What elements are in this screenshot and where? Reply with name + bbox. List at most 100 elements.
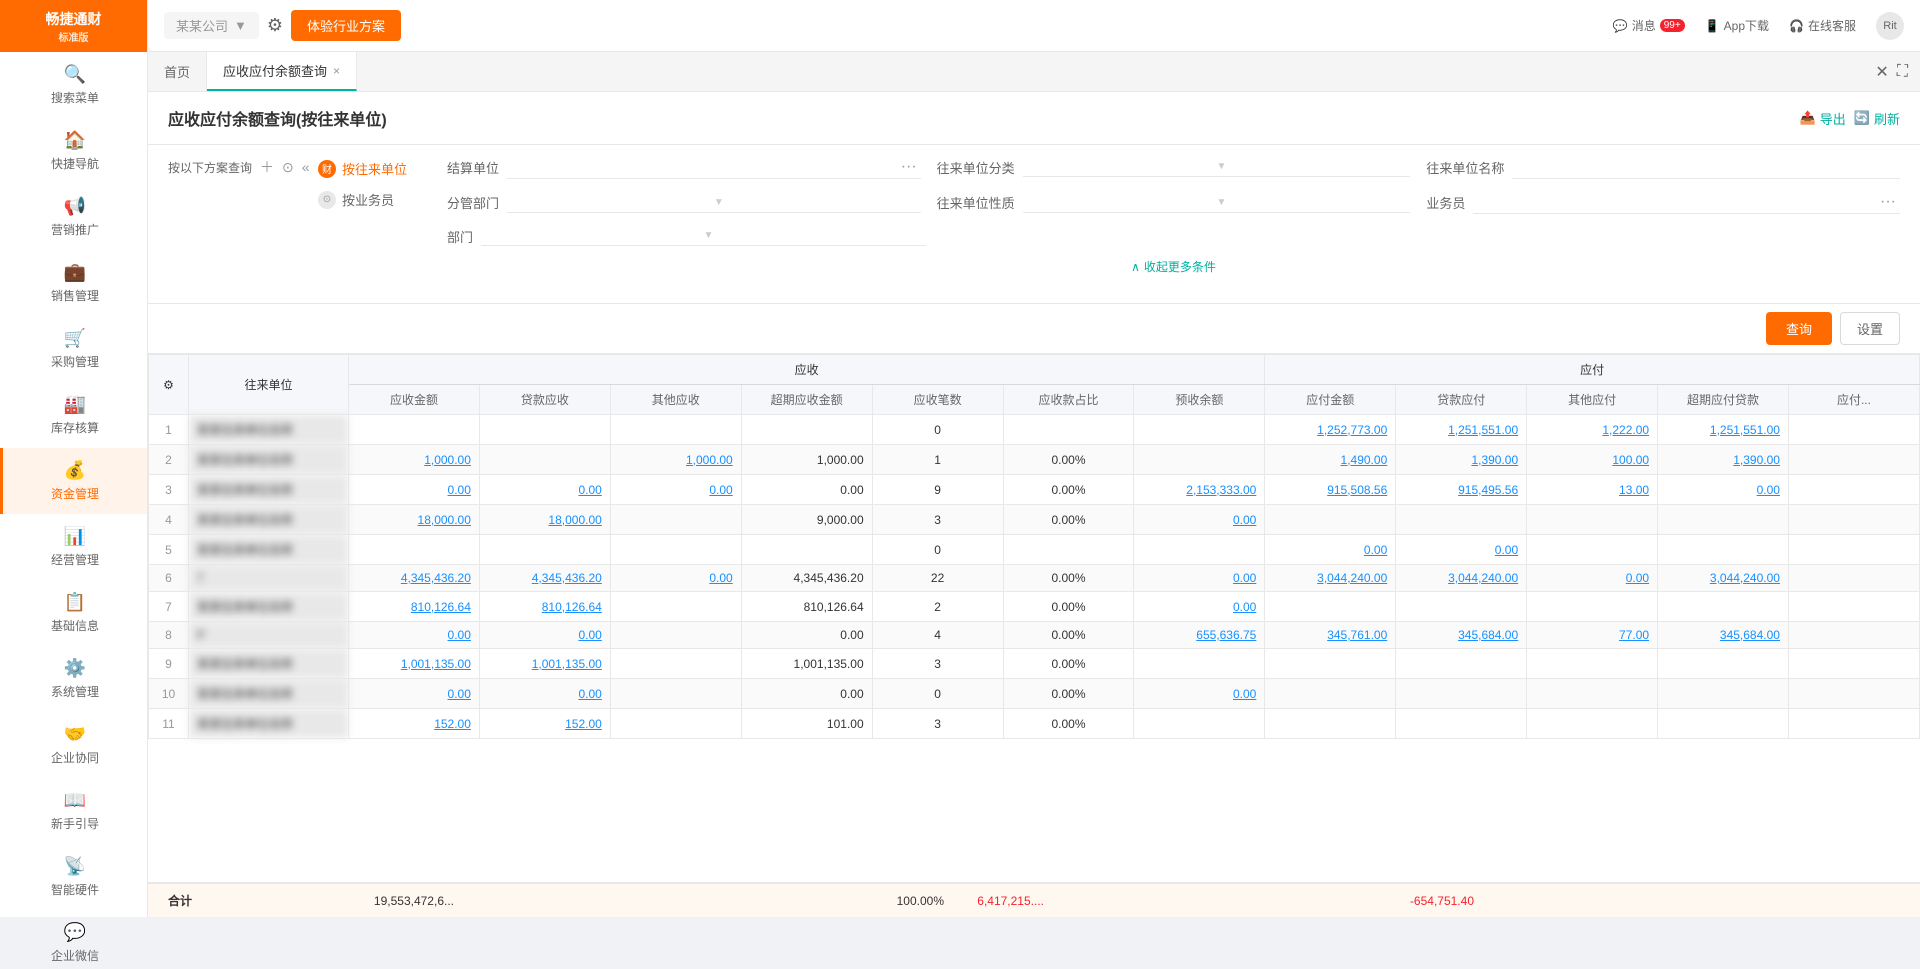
messages-item[interactable]: 💬 消息 99+ xyxy=(1613,17,1685,34)
sidebar-item-system[interactable]: ⚙️ 系统管理 xyxy=(0,646,147,712)
sidebar-label-basic: 基础信息 xyxy=(51,617,99,634)
ar-ratio-header: 应收款占比 xyxy=(1003,385,1134,415)
sidebar-icon-corp: 🤝 xyxy=(64,724,86,745)
sidebar-item-purchase[interactable]: 🛒 采购管理 xyxy=(0,316,147,382)
export-btn[interactable]: 📤 导出 xyxy=(1800,109,1846,128)
sidebar-item-sales[interactable]: 💼 销售管理 xyxy=(0,250,147,316)
dept-select[interactable]: ▼ xyxy=(481,226,926,246)
scheme-partner-icon: 财 xyxy=(318,160,336,178)
scheme-options: 财 按往来单位 ⊙ 按业务员 xyxy=(310,155,415,213)
sidebar-item-inventory[interactable]: 🏭 库存核算 xyxy=(0,382,147,448)
solution-btn[interactable]: 体验行业方案 xyxy=(291,10,401,41)
sidebar-icon-finance: 💰 xyxy=(64,460,86,481)
table-footer: 合计 19,553,472,6... 100.00% 6,417,215....… xyxy=(148,882,1920,917)
tab-home[interactable]: 首页 xyxy=(148,52,207,91)
messages-badge: 99+ xyxy=(1660,19,1685,32)
filter-add-icon[interactable]: ＋ xyxy=(260,157,274,177)
app-icon: 📱 xyxy=(1705,19,1720,33)
filter-expand-icon[interactable]: « xyxy=(302,159,310,175)
app-download-item[interactable]: 📱 App下载 xyxy=(1705,17,1769,34)
filter-area: 按以下方案查询 ＋ ⊙ « 财 按往来单位 ⊙ 按业务员 xyxy=(148,145,1920,304)
sidebar-item-guide[interactable]: 📖 新手引导 xyxy=(0,778,147,844)
sidebar-item-quick-nav[interactable]: 🏠 快捷导航 xyxy=(0,118,147,184)
dept-manager-arrow: ▼ xyxy=(714,197,915,208)
tab-bar: 首页 应收应付余额查询 × ✕ ⛶ xyxy=(148,52,1920,92)
partner-cell: 某某往来单位名称 xyxy=(189,649,349,679)
footer-overdue-ap: -654,751.40 xyxy=(1362,894,1482,908)
sidebar-icon-search: 🔍 xyxy=(64,64,86,85)
footer-label: 合计 xyxy=(148,892,352,909)
partner-col-header: 往来单位 xyxy=(189,355,349,415)
messages-label: 消息 xyxy=(1632,17,1656,34)
sidebar-item-finance[interactable]: 💰 资金管理 xyxy=(0,448,147,514)
page-actions: 📤 导出 🔄 刷新 xyxy=(1800,109,1900,128)
header-settings-icon[interactable]: ⚙ xyxy=(267,15,283,36)
ar-group-header: 应收 xyxy=(349,355,1265,385)
collapse-btn[interactable]: ∧ 收起更多条件 xyxy=(447,252,1900,281)
partner-nature-select[interactable]: ▼ xyxy=(1023,193,1411,213)
query-btn[interactable]: 查询 xyxy=(1766,312,1832,345)
sidebar-item-marketing[interactable]: 📢 营销推广 xyxy=(0,184,147,250)
online-service-item[interactable]: 🎧 在线客服 xyxy=(1789,17,1856,34)
scheme-by-employee[interactable]: ⊙ 按业务员 xyxy=(310,186,415,213)
sidebar-item-search[interactable]: 🔍 搜索菜单 xyxy=(0,52,147,118)
filter-label: 按以下方案查询 xyxy=(168,159,252,176)
scheme-employee-label: 按业务员 xyxy=(342,190,394,209)
page-header: 应收应付余额查询(按往来单位) 📤 导出 🔄 刷新 xyxy=(148,92,1920,145)
action-buttons-row: 查询 设置 xyxy=(148,304,1920,354)
filter-setting-icon[interactable]: ⊙ xyxy=(282,159,294,176)
partner-name-input[interactable] xyxy=(1512,155,1900,179)
collapse-label: 收起更多条件 xyxy=(1144,258,1216,275)
ar-amount-header: 应收金额 xyxy=(349,385,480,415)
company-dropdown-icon: ▼ xyxy=(234,18,247,33)
scheme-by-partner[interactable]: 财 按往来单位 xyxy=(310,155,415,182)
close-tab-action[interactable]: ✕ xyxy=(1875,62,1888,82)
table-row: 9某某往来单位名称1,001,135.001,001,135.001,001,1… xyxy=(149,649,1920,679)
ap-more-header: 应付... xyxy=(1788,385,1919,415)
sidebar-item-basic[interactable]: 📋 基础信息 xyxy=(0,580,147,646)
salesperson-dots[interactable]: ··· xyxy=(1880,193,1896,211)
partner-cell: 7 xyxy=(189,565,349,592)
partner-cell: 某某往来单位名称 xyxy=(189,445,349,475)
settings-btn[interactable]: 设置 xyxy=(1840,312,1900,345)
header-right: 💬 消息 99+ 📱 App下载 🎧 在线客服 Rit xyxy=(1613,12,1904,40)
collapse-icon-up: ∧ xyxy=(1131,260,1140,274)
sidebar-item-device[interactable]: 📡 智能硬件 xyxy=(0,844,147,910)
prepay-header: 预收余额 xyxy=(1134,385,1265,415)
header-company[interactable]: 某某公司 ▼ xyxy=(164,12,259,39)
sidebar-item-corp[interactable]: 🤝 企业协同 xyxy=(0,712,147,778)
logo-sub: 标准版 xyxy=(46,29,102,44)
footer-ar-ratio: 100.00% xyxy=(862,894,952,908)
field-dept: 部门 ▼ xyxy=(447,226,926,246)
filter-fields: 结算单位 ··· 往来单位分类 ▼ 往来单位 xyxy=(447,155,1900,281)
partner-cell: 某某往来单位名称 xyxy=(189,592,349,622)
tab-ar-ap-query[interactable]: 应收应付余额查询 × xyxy=(207,52,357,91)
sidebar-label-device: 智能硬件 xyxy=(51,881,99,898)
tab-label-ar-ap-query: 应收应付余额查询 xyxy=(223,61,327,80)
main-content: 首页 应收应付余额查询 × ✕ ⛶ 应收应付余额查询(按往来单位) 📤 导出 🔄 刷… xyxy=(148,52,1920,917)
user-name: Rit xyxy=(1883,20,1896,32)
other-ar-header: 其他应收 xyxy=(610,385,741,415)
partner-cell: 某某往来单位名称 xyxy=(189,475,349,505)
fullscreen-tab-action[interactable]: ⛶ xyxy=(1897,63,1908,81)
table-row: 3某某往来单位名称0.000.000.000.0090.00%2,153,333… xyxy=(149,475,1920,505)
settlement-unit-dots[interactable]: ··· xyxy=(901,158,917,176)
field-settlement-unit: 结算单位 ··· xyxy=(447,155,921,179)
table-row: 11某某往来单位名称152.00152.00101.0030.00% xyxy=(149,709,1920,739)
tab-close-ar-ap-query[interactable]: × xyxy=(333,64,340,78)
settings-col-header[interactable]: ⚙ xyxy=(149,355,189,415)
message-icon: 💬 xyxy=(1613,19,1628,33)
refresh-btn[interactable]: 🔄 刷新 xyxy=(1854,109,1900,128)
table-container[interactable]: ⚙ 往来单位 应收 应付 应收金额 贷款应收 其他应收 超期应收金额 应收笔数 … xyxy=(148,354,1920,882)
sidebar-item-management[interactable]: 📊 经营管理 xyxy=(0,514,147,580)
partner-cell: 某某往来单位名称 xyxy=(189,535,349,565)
partner-category-select[interactable]: ▼ xyxy=(1023,157,1411,177)
refresh-icon: 🔄 xyxy=(1854,110,1870,126)
tab-label-home: 首页 xyxy=(164,62,190,81)
dept-arrow: ▼ xyxy=(704,230,920,241)
ap-amount-header: 应付金额 xyxy=(1265,385,1396,415)
dept-manager-select[interactable]: ▼ xyxy=(507,193,921,213)
user-avatar[interactable]: Rit xyxy=(1876,12,1904,40)
top-header: 某某公司 ▼ ⚙ 体验行业方案 💬 消息 99+ 📱 App下载 🎧 在线客服 … xyxy=(148,0,1920,52)
scheme-partner-label: 按往来单位 xyxy=(342,159,407,178)
